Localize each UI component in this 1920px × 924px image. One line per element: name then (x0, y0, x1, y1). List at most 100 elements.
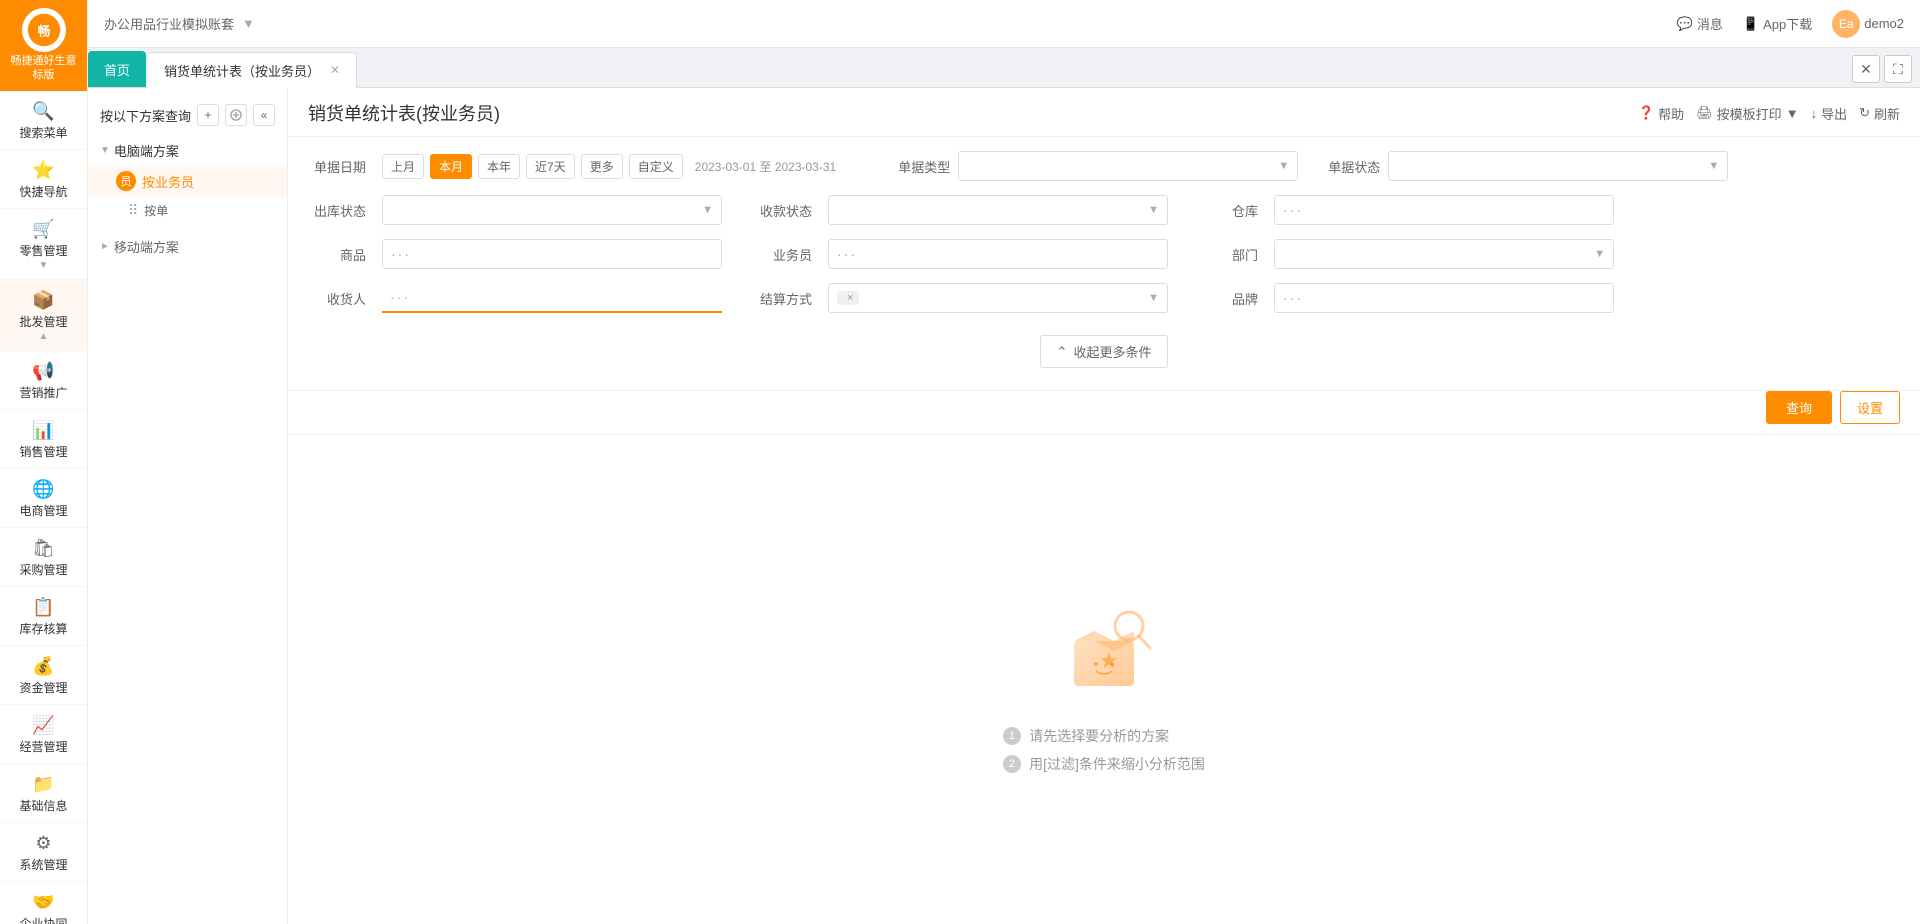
out-status-select[interactable]: ▼ (382, 195, 722, 225)
mobile-group-label: 移动端方案 (114, 237, 179, 256)
salesperson-select[interactable]: ··· (828, 239, 1168, 269)
date-btn-last-7days[interactable]: 近7天 (526, 154, 575, 179)
export-button[interactable]: ↓ 导出 (1811, 104, 1848, 123)
sub-scheme-item-by-order[interactable]: ⠿ 按单 (88, 197, 287, 224)
print-button[interactable]: 🖨 按模板打印 ▼ (1696, 104, 1798, 123)
warehouse-select[interactable]: ··· (1274, 195, 1614, 225)
date-btn-this-year[interactable]: 本年 (478, 154, 520, 179)
collapse-more-button[interactable]: ⌃ 收起更多条件 (1040, 335, 1169, 368)
close-icon: ✕ (1860, 61, 1872, 78)
date-btn-last-month[interactable]: 上月 (382, 154, 424, 179)
tabbar: 首页 销货单统计表（按业务员） ✕ ✕ ⛶ (88, 48, 1920, 88)
doc-type-label: 单据类型 (892, 157, 950, 176)
scheme-item-by-salesperson[interactable]: 员 按业务员 (88, 165, 287, 197)
chevron-up-icon: ▲ (39, 331, 49, 342)
sidebar-item-marketing[interactable]: 📢 营销推广 (0, 351, 87, 410)
chevron-down-icon: ▼ (39, 260, 49, 271)
sidebar-item-system[interactable]: ⚙ 系统管理 (0, 823, 87, 882)
user-menu[interactable]: Ea demo2 (1832, 10, 1904, 38)
sub-scheme-label-by-order: 按单 (144, 202, 168, 219)
sidebar-item-search-menu[interactable]: 🔍 搜索菜单 (0, 91, 87, 150)
department-select[interactable]: ▼ (1274, 239, 1614, 269)
payment-status-select[interactable]: ▼ (828, 195, 1168, 225)
right-panel: 销货单统计表(按业务员) ❓ 帮助 🖨 按模板打印 ▼ ↓ 导出 (288, 88, 1920, 924)
topbar-right: 💬 消息 📱 App下载 Ea demo2 (1677, 10, 1904, 38)
brand-label: 品牌 (1200, 289, 1258, 308)
collapse-left-panel-button[interactable]: « (253, 104, 275, 126)
sub-scheme-icon: ⠿ (128, 202, 138, 219)
tab-sales-stat[interactable]: 销货单统计表（按业务员） ✕ (148, 52, 357, 88)
filter-row-4: 收货人 ··· 结算方式 × ▼ 品牌 (308, 283, 1900, 313)
sidebar-item-basic-info[interactable]: 📁 基础信息 (0, 764, 87, 823)
help-icon: ❓ (1638, 105, 1654, 121)
logo-text: 畅捷通好生意 标版 (11, 54, 77, 83)
edit-scheme-button[interactable] (225, 104, 247, 126)
sidebar-item-label: 销售管理 (19, 443, 67, 460)
sidebar-navigation: 🔍 搜索菜单 ⭐ 快捷导航 🛒 零售管理 ▼ 📦 批发管理 ▲ 📢 营销推广 📊… (0, 91, 87, 924)
sidebar-item-sales[interactable]: 📊 销售管理 (0, 410, 87, 469)
sidebar-item-operations[interactable]: 📈 经营管理 (0, 705, 87, 764)
page-title: 销货单统计表(按业务员) (308, 100, 500, 126)
refresh-button[interactable]: ↻ 刷新 (1859, 104, 1900, 123)
date-btn-more[interactable]: 更多 (581, 154, 623, 179)
sidebar-item-procurement[interactable]: 🛍 采购管理 (0, 528, 87, 587)
content-area: 按以下方案查询 + « ▼ 电脑端方案 员 按业务员 (88, 88, 1920, 924)
search-menu-icon: 🔍 (32, 101, 54, 122)
tab-home[interactable]: 首页 (88, 51, 146, 87)
sidebar-item-wholesale[interactable]: 📦 批发管理 ▲ (0, 280, 87, 351)
topbar-title: 办公用品行业模拟账套 (104, 14, 234, 33)
message-icon: 💬 (1677, 16, 1693, 32)
quick-nav-icon: ⭐ (32, 160, 54, 181)
left-panel-header: 按以下方案查询 + « (88, 98, 287, 132)
desktop-group-header[interactable]: ▼ 电脑端方案 (88, 136, 287, 165)
tab-actions: ✕ ⛶ (1844, 55, 1920, 87)
sidebar-item-label: 零售管理 (19, 242, 67, 259)
desktop-group-label: 电脑端方案 (114, 141, 179, 160)
date-btn-custom[interactable]: 自定义 (629, 154, 683, 179)
recipient-input[interactable]: ··· (382, 283, 722, 313)
empty-state: ★ 1 请先选择要分析的方案 (288, 435, 1920, 924)
mobile-group-header[interactable]: ► 移动端方案 (88, 232, 287, 261)
sidebar-item-quick-nav[interactable]: ⭐ 快捷导航 (0, 150, 87, 209)
message-button[interactable]: 💬 消息 (1677, 14, 1723, 33)
warehouse-label: 仓库 (1200, 201, 1258, 220)
empty-icon: ★ (1044, 586, 1164, 706)
settings-button[interactable]: 设置 (1840, 391, 1900, 424)
brand-select[interactable]: ··· (1274, 283, 1614, 313)
help-button[interactable]: ❓ 帮助 (1638, 104, 1684, 123)
settlement-tag-close-icon[interactable]: × (847, 292, 853, 304)
svg-text:★: ★ (1099, 648, 1119, 673)
doc-status-select[interactable]: ▼ (1388, 151, 1728, 181)
maximize-button[interactable]: ⛶ (1884, 55, 1912, 83)
action-bar: 查询 设置 (288, 391, 1920, 434)
query-button[interactable]: 查询 (1766, 391, 1832, 424)
sidebar-item-inventory[interactable]: 📋 库存核算 (0, 587, 87, 646)
settlement-select[interactable]: × ▼ (828, 283, 1168, 313)
tab-close-icon[interactable]: ✕ (330, 63, 340, 77)
sales-icon: 📊 (32, 420, 54, 441)
sidebar-item-ecommerce[interactable]: 🌐 电商管理 (0, 469, 87, 528)
system-icon: ⚙ (35, 833, 51, 854)
sidebar-item-finance[interactable]: 💰 资金管理 (0, 646, 87, 705)
filter-row-2: 出库状态 ▼ 收款状态 ▼ 仓库 ··· (308, 195, 1900, 225)
doc-status-arrow: ▼ (1708, 160, 1719, 172)
collapse-row: ⌃ 收起更多条件 (308, 327, 1900, 376)
sidebar-item-label: 基础信息 (19, 797, 67, 814)
refresh-label: 刷新 (1874, 104, 1900, 123)
sidebar-item-label: 采购管理 (19, 561, 67, 578)
sidebar-item-retail[interactable]: 🛒 零售管理 ▼ (0, 209, 87, 280)
scheme-icon-salesperson: 员 (116, 171, 136, 191)
help-label: 帮助 (1658, 104, 1684, 123)
add-scheme-button[interactable]: + (197, 104, 219, 126)
left-panel-title: 按以下方案查询 (100, 106, 191, 125)
date-btn-this-month[interactable]: 本月 (430, 154, 472, 179)
sidebar-item-enterprise[interactable]: 🤝 企业协同 (0, 882, 87, 924)
sidebar-item-label: 搜索菜单 (19, 124, 67, 141)
topbar-dropdown-arrow[interactable]: ▼ (242, 16, 255, 31)
desktop-scheme-group: ▼ 电脑端方案 员 按业务员 ⠿ 按单 (88, 132, 287, 228)
close-all-tabs-button[interactable]: ✕ (1852, 55, 1880, 83)
doc-type-select[interactable]: ▼ (958, 151, 1298, 181)
app-download-button[interactable]: 📱 App下载 (1743, 14, 1812, 33)
date-label: 单据日期 (308, 157, 366, 176)
goods-select[interactable]: ··· (382, 239, 722, 269)
